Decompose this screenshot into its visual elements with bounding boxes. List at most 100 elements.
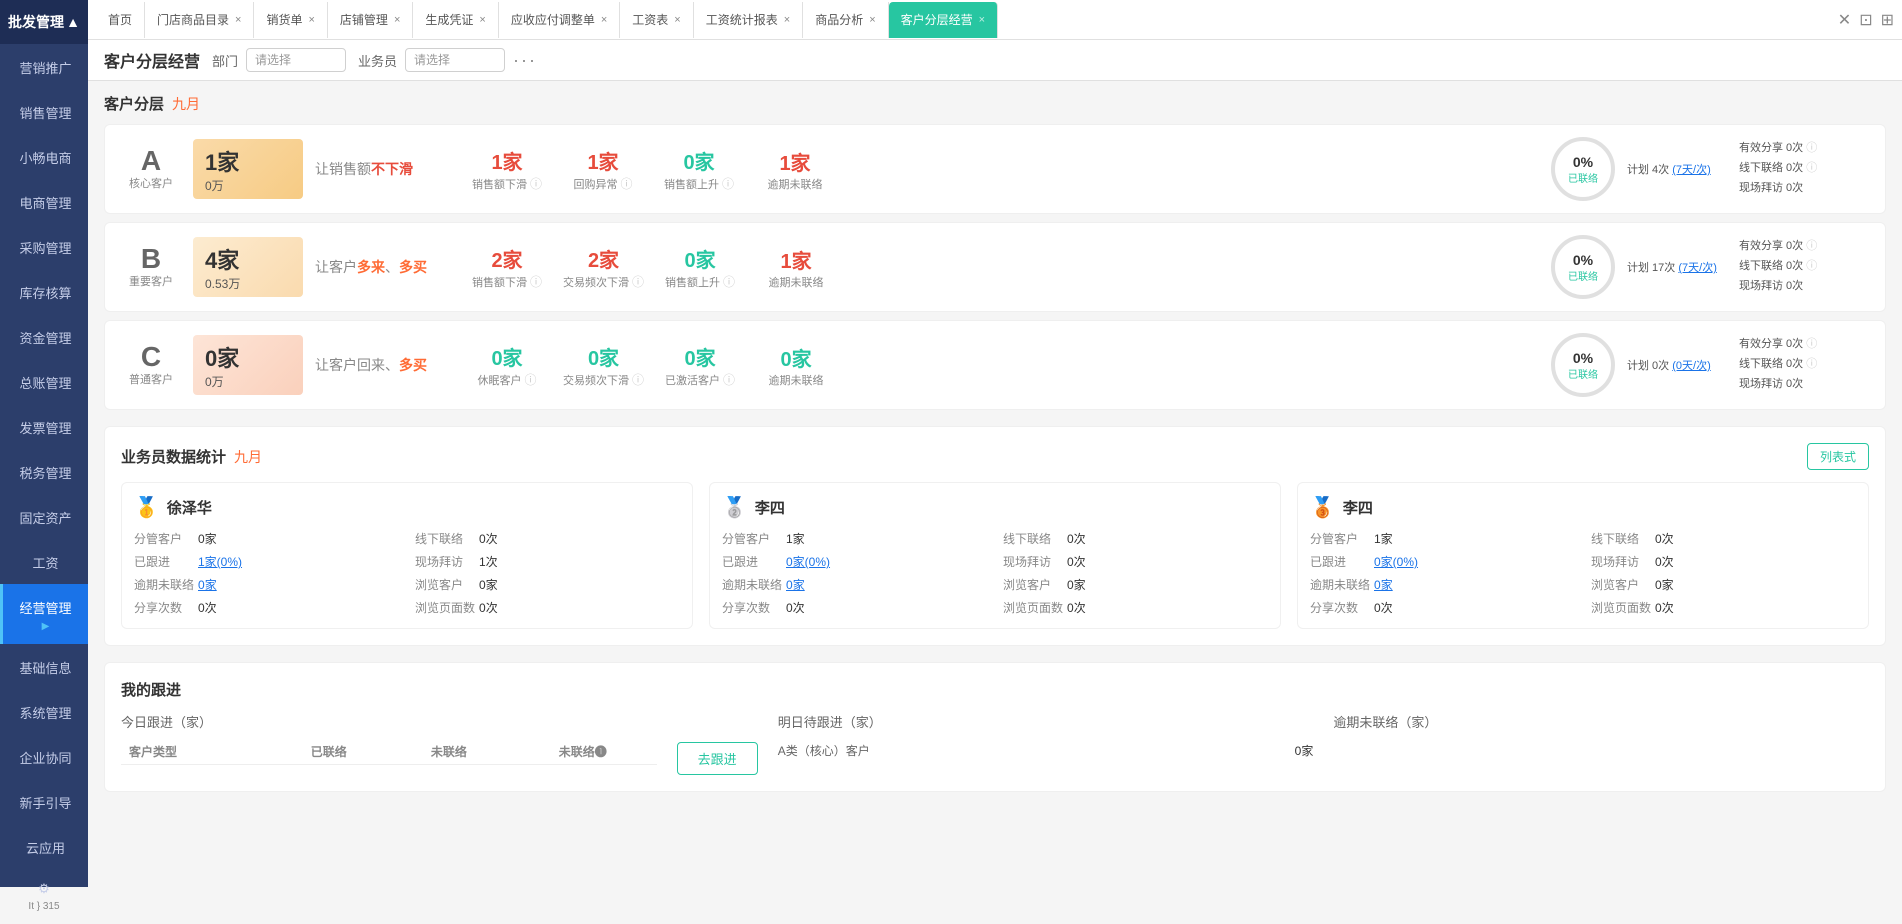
expand-icon[interactable]: ⊞ bbox=[1881, 10, 1894, 30]
sidebar-settings[interactable]: ⚙ It } 315 bbox=[0, 869, 88, 924]
tab-close-icon[interactable]: × bbox=[394, 14, 400, 26]
tier-b-stats: 2家 销售额下滑 ⓘ 2家 交易频次下滑 ⓘ 0家 销售额上升 ⓘ 1家 逾期未… bbox=[467, 244, 1539, 290]
tab-home[interactable]: 首页 bbox=[96, 2, 145, 38]
sidebar-item-guide[interactable]: 新手引导 bbox=[0, 779, 88, 824]
tab-store-products[interactable]: 门店商品目录 × bbox=[145, 2, 254, 38]
tab-close-icon[interactable]: × bbox=[601, 14, 607, 26]
plan-link[interactable]: (7天/次) bbox=[1678, 262, 1717, 274]
sidebar-item-inventory[interactable]: 库存核算 bbox=[0, 269, 88, 314]
info-icon[interactable]: ⓘ bbox=[530, 175, 542, 192]
sidebar-item-sales[interactable]: 销售管理 bbox=[0, 89, 88, 134]
sidebar-item-basic-info[interactable]: 基础信息 bbox=[0, 644, 88, 689]
tier-a-count[interactable]: 1家 0万 bbox=[193, 139, 303, 199]
tier-a-extra: 有效分享 0次 ⓘ 线下联络 0次 ⓘ 现场拜访 0次 bbox=[1739, 139, 1869, 198]
sales-name-2: 🥈 李四 bbox=[722, 495, 1268, 520]
sidebar-item-management[interactable]: 经营管理 ▶ bbox=[0, 584, 88, 644]
sales-grid: 🥇 徐泽华 分管客户 0家 线下联络 0次 已跟进 bbox=[121, 482, 1869, 629]
tier-b-extra: 有效分享 0次 ⓘ 线下联络 0次 ⓘ 现场拜访 0次 bbox=[1739, 237, 1869, 296]
stat-b-sales-up[interactable]: 0家 销售额上升 ⓘ bbox=[660, 244, 740, 290]
my-follow-section: 我的跟进 今日跟进（家） 客户类型 已联络 未联络 未联络❶ bbox=[104, 662, 1886, 792]
follow-section-title: 我的跟进 bbox=[121, 679, 181, 700]
plan-link[interactable]: (7天/次) bbox=[1672, 164, 1711, 176]
list-item: 已跟进 0家(0%) bbox=[1310, 553, 1575, 570]
sidebar-item-ecommerce[interactable]: 电商管理 bbox=[0, 179, 88, 224]
restore-icon[interactable]: ⊡ bbox=[1859, 10, 1872, 30]
list-item: 逾期未联络 0家 bbox=[722, 576, 987, 593]
sidebar-item-marketing[interactable]: 营销推广 bbox=[0, 44, 88, 89]
info-icon[interactable]: ⓘ bbox=[620, 175, 632, 192]
sidebar-item-payroll[interactable]: 工资 bbox=[0, 539, 88, 584]
stat-b-sales-down[interactable]: 2家 销售额下滑 ⓘ bbox=[467, 244, 547, 290]
sidebar-item-system[interactable]: 系统管理 bbox=[0, 689, 88, 734]
tier-c-count[interactable]: 0家 0万 bbox=[193, 335, 303, 395]
goto-follow-button[interactable]: 去跟进 bbox=[677, 742, 758, 775]
sidebar-item-ecommerce-small[interactable]: 小畅电商 bbox=[0, 134, 88, 179]
stat-overdue[interactable]: 1家 逾期未联络 bbox=[755, 147, 835, 192]
col-customer-type: 客户类型 bbox=[121, 739, 269, 765]
sidebar-item-tax[interactable]: 税务管理 bbox=[0, 449, 88, 494]
tab-store-manage[interactable]: 店铺管理 × bbox=[328, 2, 413, 38]
tier-a-label: A 核心客户 bbox=[121, 147, 181, 191]
info-icon[interactable]: ⓘ bbox=[530, 273, 542, 290]
sales-stats-grid-3: 分管客户 1家 线下联络 0次 已跟进 0家(0%) 现场拜访 bbox=[1310, 530, 1856, 616]
tab-close-icon[interactable]: × bbox=[479, 14, 485, 26]
sidebar-item-purchase[interactable]: 采购管理 bbox=[0, 224, 88, 269]
tab-close-icon[interactable]: × bbox=[308, 14, 314, 26]
tab-adjustment[interactable]: 应收应付调整单 × bbox=[499, 2, 620, 38]
tab-close-icon[interactable]: × bbox=[235, 14, 241, 26]
dept-select[interactable]: 请选择 bbox=[246, 48, 346, 72]
tab-close-icon[interactable]: × bbox=[784, 14, 790, 26]
tab-close-icon[interactable]: × bbox=[674, 14, 680, 26]
sidebar-header[interactable]: 批发管理 ▲ bbox=[0, 0, 88, 44]
stats-section-title: 业务员数据统计 九月 bbox=[121, 446, 262, 467]
info-icon[interactable]: ⓘ bbox=[723, 371, 735, 388]
tier-a-plan: 计划 4次 (7天/次) bbox=[1627, 161, 1727, 177]
stat-c-overdue[interactable]: 0家 逾期未联络 bbox=[756, 343, 836, 388]
today-follow-label: 今日跟进（家） bbox=[121, 712, 657, 731]
today-follow-block: 今日跟进（家） 客户类型 已联络 未联络 未联络❶ bbox=[121, 712, 657, 765]
tab-payroll-report[interactable]: 工资统计报表 × bbox=[694, 2, 803, 38]
tab-voucher[interactable]: 生成凭证 × bbox=[413, 2, 498, 38]
info-icon[interactable]: ⓘ bbox=[632, 371, 644, 388]
stat-sales-up[interactable]: 0家 销售额上升 ⓘ bbox=[659, 146, 739, 192]
stat-c-activated[interactable]: 0家 已激活客户 ⓘ bbox=[660, 342, 740, 388]
tier-b-label: B 重要客户 bbox=[121, 245, 181, 289]
more-filter-icon[interactable]: ··· bbox=[513, 50, 537, 71]
tab-sales-order[interactable]: 销货单 × bbox=[254, 2, 327, 38]
sidebar-item-finance[interactable]: 资金管理 bbox=[0, 314, 88, 359]
list-item: 分享次数 0次 bbox=[134, 599, 399, 616]
list-item: A类（核心）客户 0家 bbox=[778, 739, 1314, 762]
salesperson-label: 业务员 bbox=[358, 51, 397, 70]
info-icon[interactable]: ⓘ bbox=[632, 273, 644, 290]
sidebar-item-ledger[interactable]: 总账管理 bbox=[0, 359, 88, 404]
list-item: 浏览客户 0家 bbox=[1003, 576, 1268, 593]
tier-b-action: 让客户多来、多买 bbox=[315, 257, 455, 277]
stat-repurchase[interactable]: 1家 回购异常 ⓘ bbox=[563, 146, 643, 192]
stat-sales-down[interactable]: 1家 销售额下滑 ⓘ bbox=[467, 146, 547, 192]
close-icon[interactable]: ✕ bbox=[1838, 10, 1851, 30]
sidebar-title: 批发管理 bbox=[8, 12, 64, 32]
info-icon[interactable]: ⓘ bbox=[524, 371, 536, 388]
list-view-button[interactable]: 列表式 bbox=[1807, 443, 1869, 470]
sidebar-item-invoice[interactable]: 发票管理 bbox=[0, 404, 88, 449]
stat-c-dormant[interactable]: 0家 休眠客户 ⓘ bbox=[467, 342, 547, 388]
info-icon[interactable]: ⓘ bbox=[723, 273, 735, 290]
content-area: 客户分层 九月 A 核心客户 1家 0万 让销售额不下滑 bbox=[88, 81, 1902, 887]
stat-b-overdue[interactable]: 1家 逾期未联络 bbox=[756, 245, 836, 290]
tab-product-analysis[interactable]: 商品分析 × bbox=[803, 2, 888, 38]
info-icon[interactable]: ⓘ bbox=[722, 175, 734, 192]
stat-b-freq[interactable]: 2家 交易频次下滑 ⓘ bbox=[563, 244, 644, 290]
sidebar-item-collab[interactable]: 企业协同 bbox=[0, 734, 88, 779]
sidebar-item-assets[interactable]: 固定资产 bbox=[0, 494, 88, 539]
salesperson-select[interactable]: 请选择 bbox=[405, 48, 505, 72]
follow-content: 今日跟进（家） 客户类型 已联络 未联络 未联络❶ 去跟进 bbox=[121, 712, 1869, 775]
tier-b-count[interactable]: 4家 0.53万 bbox=[193, 237, 303, 297]
tab-close-icon[interactable]: × bbox=[979, 14, 985, 26]
sidebar-item-cloud[interactable]: 云应用 bbox=[0, 824, 88, 869]
tab-payroll[interactable]: 工资表 × bbox=[620, 2, 693, 38]
tier-b-progress: 0% 已联络 bbox=[1551, 235, 1615, 299]
tab-close-icon[interactable]: × bbox=[869, 14, 875, 26]
tab-customer-tier[interactable]: 客户分层经营 × bbox=[889, 2, 998, 38]
plan-link[interactable]: (0天/次) bbox=[1672, 360, 1711, 372]
stat-c-freq[interactable]: 0家 交易频次下滑 ⓘ bbox=[563, 342, 644, 388]
